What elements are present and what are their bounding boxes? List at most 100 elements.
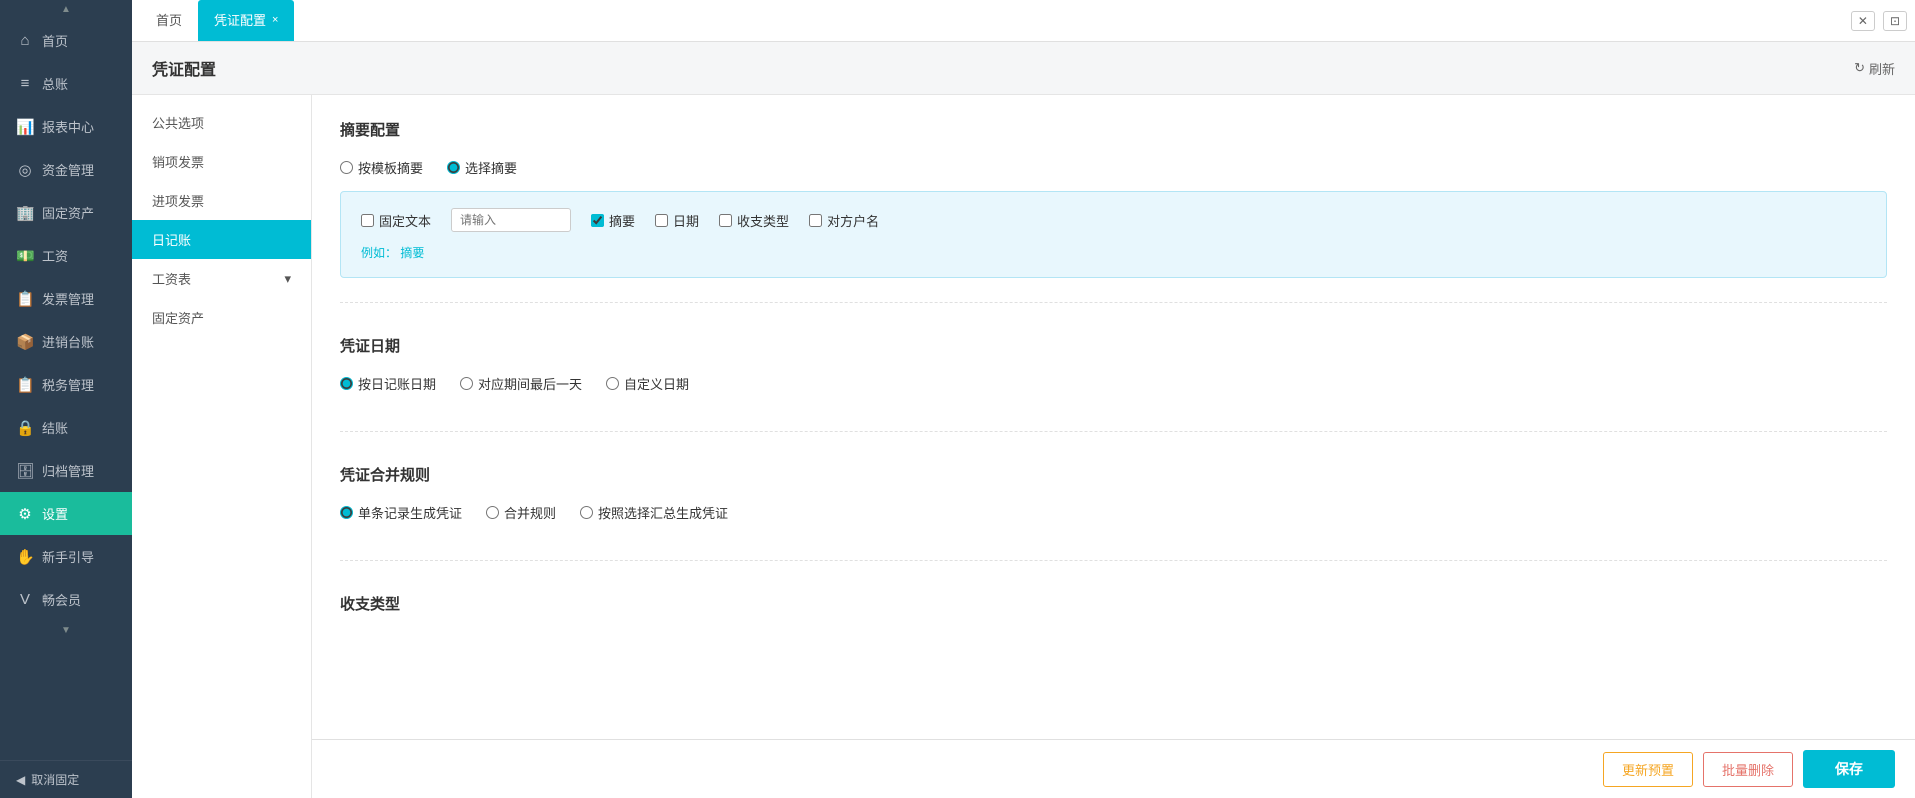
left-nav-journal[interactable]: 日记账 [132, 220, 311, 259]
date-radio-lastday[interactable]: 对应期间最后一天 [460, 374, 582, 393]
date-radio-lastday-label: 对应期间最后一天 [478, 374, 582, 393]
sidebar-item-report[interactable]: 📊 报表中心 [0, 105, 132, 148]
sidebar-item-funds[interactable]: ◎ 资金管理 [0, 148, 132, 191]
date-section-title: 凭证日期 [340, 335, 1887, 356]
sidebar-item-purchase[interactable]: 📦 进销台账 [0, 320, 132, 363]
sidebar-item-ledger[interactable]: ≡ 总账 [0, 62, 132, 105]
checkbox-income-type-label: 收支类型 [737, 211, 789, 230]
right-content: 摘要配置 按模板摘要 选择摘要 [312, 95, 1915, 739]
sidebar-item-vip[interactable]: V 畅会员 [0, 578, 132, 621]
sidebar-item-label: 资金管理 [42, 160, 94, 179]
batch-delete-button[interactable]: 批量删除 [1703, 752, 1793, 787]
purchase-icon: 📦 [16, 333, 34, 351]
sidebar-item-label: 总账 [42, 74, 68, 93]
refresh-label: 刷新 [1869, 59, 1895, 78]
checkbox-fixed-text-input[interactable] [361, 214, 374, 227]
summary-config-box: 固定文本 摘要 日期 [340, 191, 1887, 278]
checkbox-summary[interactable]: 摘要 [591, 211, 635, 230]
invoice-icon: 📋 [16, 290, 34, 308]
refresh-button[interactable]: ↻ 刷新 [1854, 59, 1895, 78]
left-nav-sales[interactable]: 销项发票 [132, 142, 311, 181]
left-nav-public[interactable]: 公共选项 [132, 103, 311, 142]
tax-icon: 📋 [16, 376, 34, 394]
merge-radio-rule[interactable]: 合并规则 [486, 503, 556, 522]
sidebar-item-close[interactable]: 🔒 结账 [0, 406, 132, 449]
tab-close-icon[interactable]: × [272, 14, 278, 26]
sidebar-item-label: 结账 [42, 418, 68, 437]
sidebar-scroll-up[interactable]: ▲ [0, 0, 132, 19]
checkbox-counterpart-input[interactable] [809, 214, 822, 227]
checkbox-income-type-input[interactable] [719, 214, 732, 227]
left-nav-payroll-label: 工资表 [152, 269, 191, 288]
checkbox-counterpart[interactable]: 对方户名 [809, 211, 879, 230]
tab-home-label: 首页 [156, 10, 182, 29]
update-preset-button[interactable]: 更新预置 [1603, 752, 1693, 787]
date-radio-custom[interactable]: 自定义日期 [606, 374, 689, 393]
summary-radio-template[interactable]: 按模板摘要 [340, 158, 423, 177]
checkbox-date-input[interactable] [655, 214, 668, 227]
sidebar-item-assets[interactable]: 🏢 固定资产 [0, 191, 132, 234]
date-section: 凭证日期 按日记账日期 对应期间最后一天 自定义日期 [340, 335, 1887, 432]
merge-radio-select-label: 按照选择汇总生成凭证 [598, 503, 728, 522]
checkbox-income-type[interactable]: 收支类型 [719, 211, 789, 230]
merge-radio-single[interactable]: 单条记录生成凭证 [340, 503, 462, 522]
checkbox-summary-input[interactable] [591, 214, 604, 227]
summary-radio-template-input[interactable] [340, 161, 353, 174]
checkbox-summary-label: 摘要 [609, 211, 635, 230]
merge-radio-single-label: 单条记录生成凭证 [358, 503, 462, 522]
report-icon: 📊 [16, 118, 34, 136]
checkbox-fixed-text[interactable]: 固定文本 [361, 211, 431, 230]
tab-voucher-config[interactable]: 凭证配置 × [198, 0, 294, 41]
sidebar-item-archive[interactable]: 🗄 归档管理 [0, 449, 132, 492]
summary-radio-select[interactable]: 选择摘要 [447, 158, 517, 177]
checkbox-date-label: 日期 [673, 211, 699, 230]
merge-radio-single-input[interactable] [340, 506, 353, 519]
merge-radio-select-input[interactable] [580, 506, 593, 519]
date-radio-custom-input[interactable] [606, 377, 619, 390]
save-button[interactable]: 保存 [1803, 750, 1895, 788]
sidebar-item-invoice[interactable]: 📋 发票管理 [0, 277, 132, 320]
left-nav-public-label: 公共选项 [152, 113, 204, 132]
fixed-text-input[interactable] [451, 208, 571, 232]
vip-icon: V [16, 591, 34, 608]
sidebar-item-label: 进销台账 [42, 332, 94, 351]
merge-radio-rule-input[interactable] [486, 506, 499, 519]
sidebar-scroll-down[interactable]: ▼ [0, 621, 132, 640]
sidebar-item-tax[interactable]: 📋 税务管理 [0, 363, 132, 406]
summary-radio-group: 按模板摘要 选择摘要 [340, 158, 1887, 177]
checkbox-date[interactable]: 日期 [655, 211, 699, 230]
window-restore-button[interactable]: ⊡ [1883, 11, 1907, 31]
left-nav: 公共选项 销项发票 进项发票 日记账 工资表 ▾ 固定资产 [132, 95, 312, 798]
pin-icon: ◀ [16, 773, 25, 787]
left-nav-purchase-invoice[interactable]: 进项发票 [132, 181, 311, 220]
sidebar-item-label: 首页 [42, 31, 68, 50]
bottom-action-bar: 更新预置 批量删除 保存 [312, 739, 1915, 798]
left-nav-fixed-assets[interactable]: 固定资产 [132, 298, 311, 337]
sidebar-item-label: 报表中心 [42, 117, 94, 136]
sidebar-item-label: 工资 [42, 246, 68, 265]
sidebar-item-settings[interactable]: ⚙ 设置 [0, 492, 132, 535]
tab-home[interactable]: 首页 [140, 0, 198, 41]
summary-checkbox-row: 固定文本 摘要 日期 [361, 208, 1866, 232]
tab-controls: ✕ ⊡ [1851, 11, 1907, 31]
payroll-arrow-icon: ▾ [284, 271, 291, 287]
funds-icon: ◎ [16, 161, 34, 179]
summary-radio-select-label: 选择摘要 [465, 158, 517, 177]
window-close-button[interactable]: ✕ [1851, 11, 1875, 31]
sidebar-item-label: 新手引导 [42, 547, 94, 566]
left-nav-payroll[interactable]: 工资表 ▾ [132, 259, 311, 298]
sidebar-item-guide[interactable]: ✋ 新手引导 [0, 535, 132, 578]
sidebar-item-salary[interactable]: 💵 工资 [0, 234, 132, 277]
date-radio-custom-label: 自定义日期 [624, 374, 689, 393]
date-radio-journal-input[interactable] [340, 377, 353, 390]
summary-section: 摘要配置 按模板摘要 选择摘要 [340, 119, 1887, 303]
example-value: 摘要 [400, 246, 424, 260]
sidebar-unpin[interactable]: ◀ 取消固定 [0, 760, 132, 798]
date-radio-lastday-input[interactable] [460, 377, 473, 390]
date-radio-journal[interactable]: 按日记账日期 [340, 374, 436, 393]
summary-radio-select-input[interactable] [447, 161, 460, 174]
sidebar-item-home[interactable]: ⌂ 首页 [0, 19, 132, 62]
sidebar-item-label: 归档管理 [42, 461, 94, 480]
merge-radio-select[interactable]: 按照选择汇总生成凭证 [580, 503, 728, 522]
summary-radio-template-label: 按模板摘要 [358, 158, 423, 177]
